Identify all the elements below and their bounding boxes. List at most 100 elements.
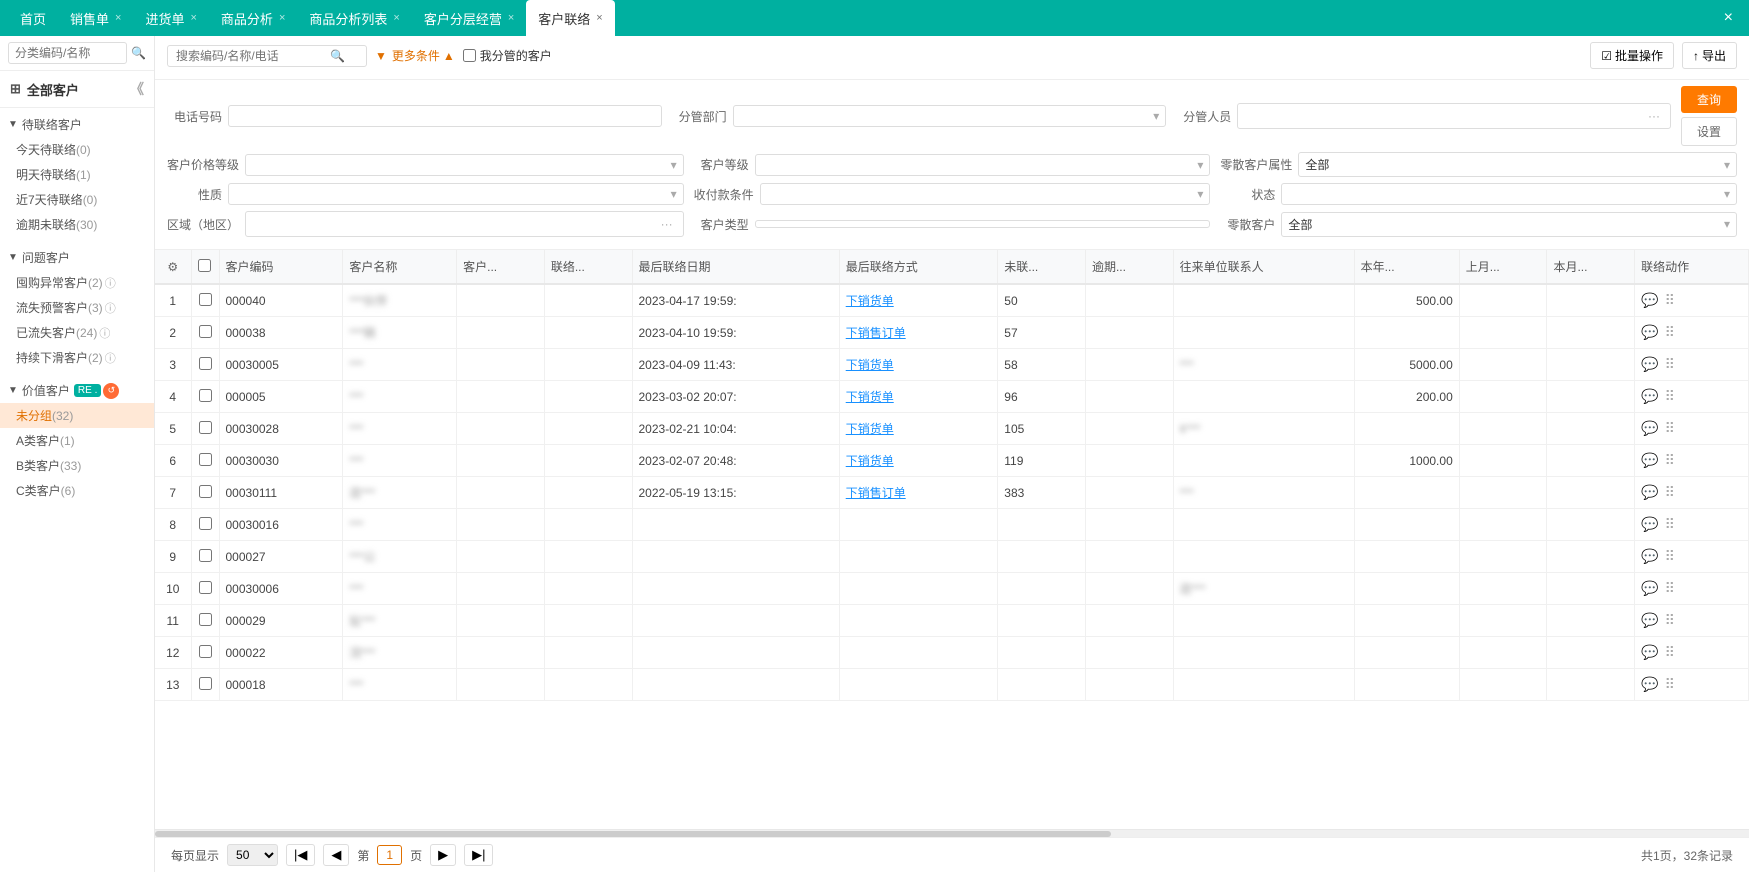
chat-icon[interactable]: 💬 [1641, 292, 1658, 309]
sidebar-group-value-title[interactable]: ▼ 价值客户 RE . ↺ [0, 378, 154, 403]
sidebar-item-churned[interactable]: 已流失客户 (24) ⓘ [0, 320, 154, 345]
query-btn[interactable]: 查询 [1681, 86, 1737, 113]
last-method-link[interactable]: 下销货单 [846, 294, 894, 308]
sidebar-group-problem-title[interactable]: ▼ 问题客户 [0, 245, 154, 270]
select-all-checkbox[interactable] [198, 259, 211, 272]
chat-icon[interactable]: 💬 [1641, 420, 1658, 437]
next-page-btn[interactable]: ▶ [430, 844, 456, 866]
close-purchase-tab[interactable]: × [190, 12, 196, 24]
tab-customer-layer[interactable]: 客户分层经营 × [412, 0, 526, 36]
region-select[interactable]: ··· [245, 211, 684, 237]
sidebar-item-tomorrow[interactable]: 明天待联络 (1) [0, 162, 154, 187]
person-select[interactable]: ··· [1237, 103, 1671, 129]
grid-action-icon[interactable]: ⠿ [1665, 420, 1675, 437]
filter-search-input[interactable] [176, 49, 326, 63]
batch-op-btn[interactable]: ☑ 批量操作 [1590, 42, 1674, 69]
dots-icon[interactable]: ··· [1644, 107, 1664, 125]
close-customer-contact-tab[interactable]: × [596, 12, 602, 24]
sidebar-search-input[interactable] [8, 42, 127, 64]
price-level-select[interactable]: ▾ [245, 154, 684, 176]
tab-sales[interactable]: 销售单 × [58, 0, 133, 36]
close-analysis-list-tab[interactable]: × [393, 12, 399, 24]
col-gear[interactable]: ⚙ [155, 250, 191, 284]
chat-icon[interactable]: 💬 [1641, 612, 1658, 629]
customer-type-select[interactable] [755, 220, 1211, 228]
sidebar-item-overdue[interactable]: 逾期未联络 (30) [0, 212, 154, 237]
grid-action-icon[interactable]: ⠿ [1665, 356, 1675, 373]
horizontal-scrollbar[interactable] [155, 829, 1749, 837]
tab-analysis-list[interactable]: 商品分析列表 × [297, 0, 411, 36]
grid-action-icon[interactable]: ⠿ [1665, 292, 1675, 309]
last-method-link[interactable]: 下销售订单 [846, 486, 906, 500]
sidebar-item-declining[interactable]: 持续下滑客户 (2) ⓘ [0, 345, 154, 370]
sidebar-search-icon[interactable]: 🔍 [131, 46, 146, 60]
filter-search-icon[interactable]: 🔍 [330, 49, 345, 63]
payment-select[interactable]: ▾ [760, 183, 1211, 205]
chat-icon[interactable]: 💬 [1641, 356, 1658, 373]
row-checkbox[interactable] [199, 613, 212, 626]
row-checkbox[interactable] [199, 549, 212, 562]
my-customers-checkbox[interactable] [463, 49, 476, 62]
scatter-customer-select[interactable]: 全部 ▾ [1281, 212, 1737, 237]
last-method-link[interactable]: 下销货单 [846, 390, 894, 404]
grid-action-icon[interactable]: ⠿ [1665, 452, 1675, 469]
close-customer-layer-tab[interactable]: × [508, 12, 514, 24]
grid-action-icon[interactable]: ⠿ [1665, 548, 1675, 565]
grid-action-icon[interactable]: ⠿ [1665, 612, 1675, 629]
grid-action-icon[interactable]: ⠿ [1665, 484, 1675, 501]
collapse-btn[interactable]: 《 [130, 79, 144, 99]
grid-action-icon[interactable]: ⠿ [1665, 388, 1675, 405]
chat-icon[interactable]: 💬 [1641, 324, 1658, 341]
chat-icon[interactable]: 💬 [1641, 516, 1658, 533]
grid-action-icon[interactable]: ⠿ [1665, 644, 1675, 661]
grid-action-icon[interactable]: ⠿ [1665, 324, 1675, 341]
chat-icon[interactable]: 💬 [1641, 644, 1658, 661]
chat-icon[interactable]: 💬 [1641, 548, 1658, 565]
nature-select[interactable]: ▾ [228, 183, 684, 205]
scrollbar-thumb[interactable] [155, 831, 1111, 837]
window-close[interactable]: × [1716, 9, 1741, 27]
grid-action-icon[interactable]: ⠿ [1665, 676, 1675, 693]
grid-action-icon[interactable]: ⠿ [1665, 580, 1675, 597]
export-btn[interactable]: ↑ 导出 [1682, 42, 1737, 69]
grid-action-icon[interactable]: ⠿ [1665, 516, 1675, 533]
sidebar-item-churn-warn[interactable]: 流失预警客户 (3) ⓘ [0, 295, 154, 320]
row-checkbox[interactable] [199, 389, 212, 402]
row-checkbox[interactable] [199, 453, 212, 466]
first-page-btn[interactable]: |◀ [286, 844, 315, 866]
row-checkbox[interactable] [199, 485, 212, 498]
close-analysis-tab[interactable]: × [279, 12, 285, 24]
tab-analysis[interactable]: 商品分析 × [209, 0, 297, 36]
row-checkbox[interactable] [199, 645, 212, 658]
chat-icon[interactable]: 💬 [1641, 676, 1658, 693]
chat-icon[interactable]: 💬 [1641, 388, 1658, 405]
reset-btn[interactable]: 设置 [1681, 117, 1737, 146]
row-checkbox[interactable] [199, 357, 212, 370]
chat-icon[interactable]: 💬 [1641, 484, 1658, 501]
row-checkbox[interactable] [199, 581, 212, 594]
scatter-attr-select[interactable]: 全部 ▾ [1298, 152, 1737, 177]
tab-purchase[interactable]: 进货单 × [133, 0, 208, 36]
sidebar-item-7days[interactable]: 近7天待联络 (0) [0, 187, 154, 212]
settings-icon[interactable]: ⚙ [167, 260, 178, 274]
row-checkbox[interactable] [199, 421, 212, 434]
chat-icon[interactable]: 💬 [1641, 452, 1658, 469]
sidebar-item-class-b[interactable]: B类客户 (33) [0, 453, 154, 478]
sidebar-item-today[interactable]: 今天待联络 (0) [0, 137, 154, 162]
last-method-link[interactable]: 下销售订单 [846, 326, 906, 340]
last-method-link[interactable]: 下销货单 [846, 422, 894, 436]
chat-icon[interactable]: 💬 [1641, 580, 1658, 597]
per-page-select[interactable]: 50 100 200 [227, 844, 278, 866]
dept-select[interactable]: ▾ [733, 105, 1167, 127]
row-checkbox[interactable] [199, 325, 212, 338]
row-checkbox[interactable] [199, 293, 212, 306]
dots-icon2[interactable]: ··· [657, 215, 677, 233]
status-select[interactable]: ▾ [1281, 183, 1737, 205]
row-checkbox[interactable] [199, 517, 212, 530]
sidebar-item-class-c[interactable]: C类客户 (6) [0, 478, 154, 503]
home-tab[interactable]: 首页 [8, 9, 58, 28]
more-conditions-btn[interactable]: ▼ 更多条件 ▲ [375, 47, 455, 64]
sidebar-item-hoarding[interactable]: 囤购异常客户 (2) ⓘ [0, 270, 154, 295]
last-method-link[interactable]: 下销货单 [846, 454, 894, 468]
sidebar-item-class-a[interactable]: A类客户 (1) [0, 428, 154, 453]
